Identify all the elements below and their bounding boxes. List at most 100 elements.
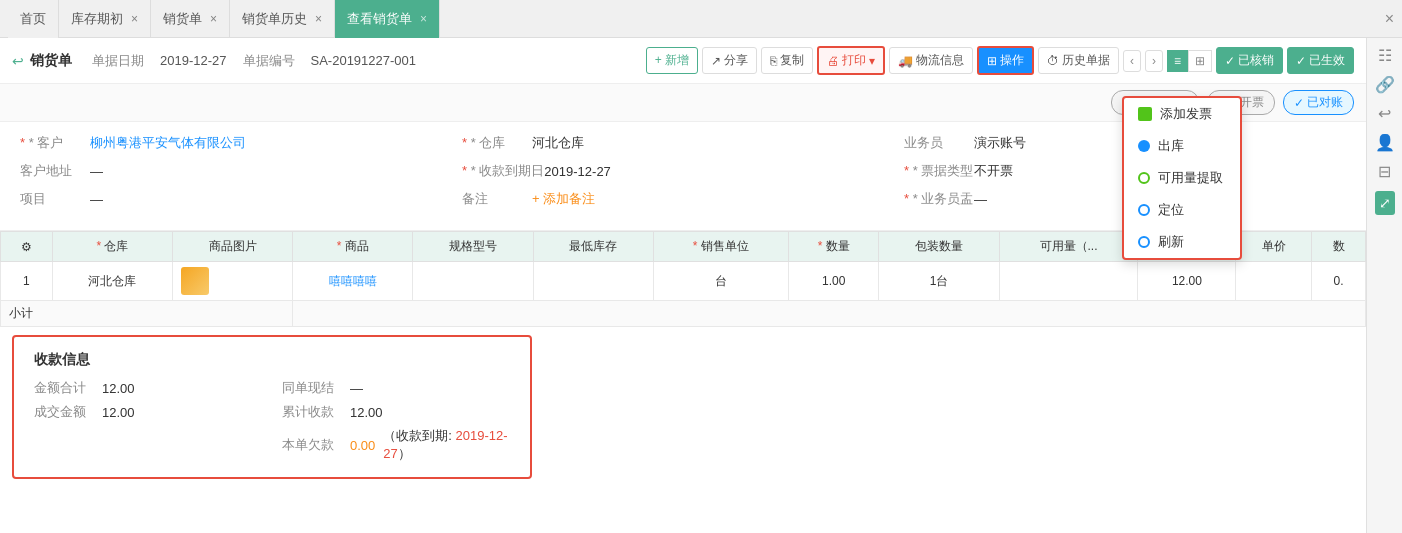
sidebar-icon-expand[interactable]: ⤢: [1375, 191, 1395, 215]
row-amount: 0.: [1312, 262, 1366, 301]
total-amount-value: 12.00: [102, 381, 135, 396]
sold-button[interactable]: ✓ 已核销: [1216, 47, 1283, 74]
project-label: 项目: [20, 190, 90, 208]
transaction-amount-value: 12.00: [102, 405, 135, 420]
col-settings[interactable]: ⚙: [1, 232, 53, 262]
available-pickup-icon: [1138, 172, 1150, 184]
view-grid-button[interactable]: ⊞: [1188, 50, 1212, 72]
cumulative-receipt-row: 累计收款 12.00: [282, 403, 510, 421]
col-sales-unit: * 销售单位: [653, 232, 788, 262]
due-date-red: 2019-12-27: [383, 428, 507, 461]
sidebar-icon-4[interactable]: 👤: [1375, 133, 1395, 152]
logistics-button[interactable]: 🚚 物流信息: [889, 47, 973, 74]
view-list-button[interactable]: ≡: [1167, 50, 1188, 72]
this-order-due-row: 本单欠款 0.00 （收款到期: 2019-12-27）: [282, 427, 510, 463]
print-dropdown-icon: ▾: [869, 54, 875, 68]
due-date-note: （收款到期: 2019-12-27）: [383, 427, 510, 463]
col-pack-qty: 包装数量: [879, 232, 999, 262]
dropdown-item-warehouse-out[interactable]: 出库: [1124, 130, 1240, 162]
logistics-icon: 🚚: [898, 54, 913, 68]
transaction-amount-row: 成交金额 12.00: [34, 403, 262, 421]
same-order-settlement-row: 同单现结 —: [282, 379, 510, 397]
customer-field: * 客户 柳州粤港平安气体有限公司: [20, 134, 462, 152]
salesperson-value: —: [974, 192, 987, 207]
warehouse-label: * 仓库: [462, 134, 532, 152]
summary-title: 收款信息: [34, 351, 510, 369]
tab-view-sales-label: 查看销货单: [347, 10, 412, 28]
print-button[interactable]: 🖨 打印 ▾: [817, 46, 885, 75]
locate-label: 定位: [1158, 201, 1184, 219]
tab-inventory-start[interactable]: 库存期初 ×: [59, 0, 151, 38]
number-label: 单据编号: [243, 52, 295, 70]
sidebar-icon-2[interactable]: 🔗: [1375, 75, 1395, 94]
warehouse-field: * 仓库 河北仓库: [462, 134, 904, 152]
new-button[interactable]: + 新增: [646, 47, 698, 74]
doc-meta: 单据日期 2019-12-27 单据编号 SA-20191227-001: [92, 52, 416, 70]
add-invoice-icon: [1138, 107, 1152, 121]
address-value: —: [90, 164, 103, 179]
col-amount: 数: [1312, 232, 1366, 262]
row-unit-price: [1236, 262, 1312, 301]
sidebar-icon-3[interactable]: ↩: [1378, 104, 1391, 123]
summary-section: 收款信息 金额合计 12.00 同单现结 — 成交金额 12.00: [12, 335, 532, 479]
check-button[interactable]: ✓ 已对账: [1283, 90, 1354, 115]
check-icon: ✓: [1225, 54, 1235, 68]
share-button[interactable]: ↗ 分享: [702, 47, 757, 74]
copy-button[interactable]: ⎘ 复制: [761, 47, 813, 74]
tab-home[interactable]: 首页: [8, 0, 59, 38]
project-field: 项目 —: [20, 190, 462, 208]
doc-title: 销货单: [30, 52, 72, 70]
tab-home-label: 首页: [20, 10, 46, 28]
tab-sales-order-close[interactable]: ×: [210, 12, 217, 26]
available-pickup-label: 可用量提取: [1158, 169, 1223, 187]
dropdown-item-refresh[interactable]: 刷新: [1124, 226, 1240, 258]
this-order-due-label: 本单欠款: [282, 436, 342, 454]
close-all-button[interactable]: ×: [1385, 10, 1394, 28]
row-current-stock: 12.00: [1138, 262, 1236, 301]
row-product[interactable]: 嘻嘻嘻嘻: [293, 262, 413, 301]
row-min-stock: [533, 262, 653, 301]
tab-sales-history-label: 销货单历史: [242, 10, 307, 28]
col-product: * 商品: [293, 232, 413, 262]
tab-sales-order[interactable]: 销货单 ×: [151, 0, 230, 38]
row-spec: [413, 262, 533, 301]
tab-inventory-close[interactable]: ×: [131, 12, 138, 26]
right-sidebar: ☷ 🔗 ↩ 👤 ⊟ ⤢: [1366, 38, 1402, 533]
dropdown-item-available-pickup[interactable]: 可用量提取: [1124, 162, 1240, 194]
col-warehouse: * 仓库: [52, 232, 172, 262]
row-sales-unit: 台: [653, 262, 788, 301]
date-value: 2019-12-27: [160, 53, 227, 68]
view-toggle: ≡ ⊞: [1167, 50, 1212, 72]
col-min-stock: 最低库存: [533, 232, 653, 262]
product-thumbnail: [181, 267, 209, 295]
tab-view-sales[interactable]: 查看销货单 ×: [335, 0, 440, 38]
due-date-value: 2019-12-27: [544, 164, 611, 179]
tab-sales-history[interactable]: 销货单历史 ×: [230, 0, 335, 38]
tab-sales-order-label: 销货单: [163, 10, 202, 28]
sidebar-icon-1[interactable]: ☷: [1378, 46, 1392, 65]
tab-sales-history-close[interactable]: ×: [315, 12, 322, 26]
prev-button[interactable]: ‹: [1123, 50, 1141, 72]
history-button[interactable]: ⏱ 历史单据: [1038, 47, 1119, 74]
tab-view-sales-close[interactable]: ×: [420, 12, 427, 26]
note-label: 备注: [462, 190, 532, 208]
subtotal-label: 小计: [1, 301, 293, 327]
effective-icon: ✓: [1296, 54, 1306, 68]
checkmark-icon: ✓: [1294, 96, 1304, 110]
dropdown-item-add-invoice[interactable]: 添加发票: [1124, 98, 1240, 130]
dropdown-item-locate[interactable]: 定位: [1124, 194, 1240, 226]
row-quantity: 1.00: [788, 262, 879, 301]
row-pack-qty: 1台: [879, 262, 999, 301]
effective-button[interactable]: ✓ 已生效: [1287, 47, 1354, 74]
date-label: 单据日期: [92, 52, 144, 70]
operations-button[interactable]: ⊞ 操作: [977, 46, 1034, 75]
sidebar-icon-5[interactable]: ⊟: [1378, 162, 1391, 181]
ticket-type-label: * 票据类型: [904, 162, 974, 180]
history-icon: ⏱: [1047, 54, 1059, 68]
next-button[interactable]: ›: [1145, 50, 1163, 72]
customer-value[interactable]: 柳州粤港平安气体有限公司: [90, 134, 246, 152]
add-note-button[interactable]: + 添加备注: [532, 190, 595, 208]
cumulative-receipt-value: 12.00: [350, 405, 383, 420]
refresh-label: 刷新: [1158, 233, 1184, 251]
same-order-settlement-label: 同单现结: [282, 379, 342, 397]
